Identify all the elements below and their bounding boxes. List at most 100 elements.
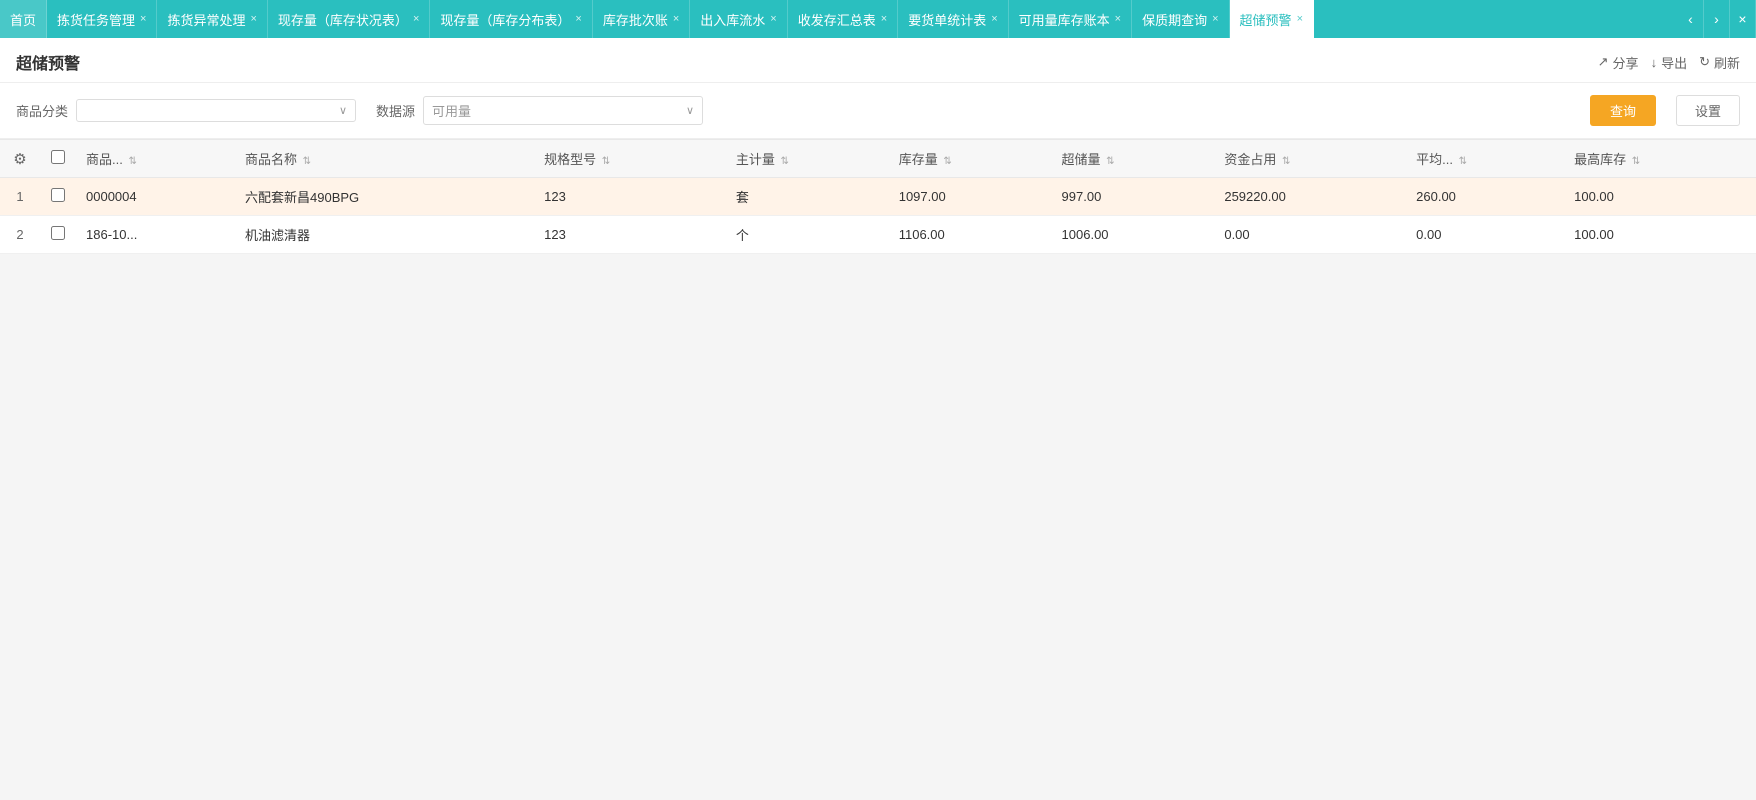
filter-bar: 商品分类 ∨ 数据源 可用量 ∨ 查询 设置 — [0, 83, 1756, 139]
nav-item-home[interactable]: 首页 — [0, 0, 47, 38]
row-unit-1: 套 — [726, 178, 889, 216]
col-unit-sort-icon: ⇅ — [781, 156, 789, 167]
col-unit[interactable]: 主计量 ⇅ — [726, 140, 889, 178]
row-checkbox-1[interactable] — [40, 178, 76, 216]
row-avg-1: 260.00 — [1406, 178, 1564, 216]
nav-item-recv-send[interactable]: 收发存汇总表× — [788, 0, 898, 38]
row-checkbox-2[interactable] — [40, 216, 76, 254]
nav-item-stock-status[interactable]: 现存量（库存状况表）× — [268, 0, 430, 38]
row-num-1: 1 — [0, 178, 40, 216]
col-overstock-label: 超储量 — [1062, 152, 1101, 167]
col-max-stock-label: 最高库存 — [1574, 152, 1626, 167]
close-tab-icon[interactable]: × — [881, 13, 887, 25]
row-product-name-1: 六配套新昌490BPG — [235, 178, 534, 216]
col-product-code-label: 商品... — [86, 152, 123, 167]
datasource-label: 数据源 — [376, 101, 415, 120]
share-button[interactable]: ↗ 分享 — [1598, 53, 1639, 72]
export-button[interactable]: ↓ 导出 — [1651, 53, 1688, 72]
close-tab-icon[interactable]: × — [673, 13, 679, 25]
category-chevron-icon: ∨ — [339, 104, 347, 117]
col-product-code[interactable]: 商品... ⇅ — [76, 140, 235, 178]
col-overstock-sort-icon: ⇅ — [1106, 156, 1114, 167]
data-table: ⚙ 商品... ⇅ 商品名称 ⇅ 规格型号 ⇅ — [0, 139, 1756, 254]
nav-item-batch[interactable]: 库存批次账× — [593, 0, 690, 38]
col-checkbox — [40, 140, 76, 178]
title-actions: ↗ 分享 ↓ 导出 ↻ 刷新 — [1598, 53, 1740, 72]
row-spec-1: 123 — [534, 178, 726, 216]
row-product-code-1: 0000004 — [76, 178, 235, 216]
export-icon: ↓ — [1651, 55, 1658, 70]
row-avg-2: 0.00 — [1406, 216, 1564, 254]
row-unit-2: 个 — [726, 216, 889, 254]
close-tab-icon[interactable]: × — [413, 13, 419, 25]
table-row: 2 186-10... 机油滤清器 123 个 1106.00 1006.00 … — [0, 216, 1756, 254]
col-avg[interactable]: 平均... ⇅ — [1406, 140, 1564, 178]
row-stock-2: 1106.00 — [889, 216, 1052, 254]
nav-prev-arrow[interactable]: ‹ — [1678, 0, 1704, 38]
close-tab-icon[interactable]: × — [575, 13, 581, 25]
close-tab-icon[interactable]: × — [770, 13, 776, 25]
table-row: 1 0000004 六配套新昌490BPG 123 套 1097.00 997.… — [0, 178, 1756, 216]
refresh-button[interactable]: ↻ 刷新 — [1699, 53, 1740, 72]
row-capital-2: 0.00 — [1214, 216, 1406, 254]
col-capital-label: 资金占用 — [1224, 152, 1276, 167]
nav-close-arrow[interactable]: × — [1730, 0, 1756, 38]
nav-item-task-mgmt[interactable]: 拣货任务管理× — [47, 0, 157, 38]
row-overstock-1: 997.00 — [1052, 178, 1215, 216]
col-spec-label: 规格型号 — [544, 152, 596, 167]
table-container: ⚙ 商品... ⇅ 商品名称 ⇅ 规格型号 ⇅ — [0, 139, 1756, 254]
datasource-select[interactable]: 可用量 ∨ — [423, 96, 703, 125]
nav-item-order-stat[interactable]: 要货单统计表× — [898, 0, 1008, 38]
select-all-checkbox[interactable] — [51, 150, 65, 164]
nav-item-stock-dist[interactable]: 现存量（库存分布表）× — [430, 0, 592, 38]
col-spec-sort-icon: ⇅ — [602, 156, 610, 167]
col-stock[interactable]: 库存量 ⇅ — [889, 140, 1052, 178]
col-unit-label: 主计量 — [736, 152, 775, 167]
col-max-stock-sort-icon: ⇅ — [1632, 156, 1640, 167]
col-gear: ⚙ — [0, 140, 40, 178]
row-max-stock-2: 100.00 — [1564, 216, 1756, 254]
col-product-name-label: 商品名称 — [245, 152, 297, 167]
col-product-name[interactable]: 商品名称 ⇅ — [235, 140, 534, 178]
col-spec[interactable]: 规格型号 ⇅ — [534, 140, 726, 178]
col-product-name-sort-icon: ⇅ — [303, 156, 311, 167]
datasource-select-value: 可用量 — [432, 101, 471, 120]
share-icon: ↗ — [1598, 54, 1609, 70]
datasource-filter: 数据源 可用量 ∨ — [376, 96, 703, 125]
col-max-stock[interactable]: 最高库存 ⇅ — [1564, 140, 1756, 178]
row-max-stock-1: 100.00 — [1564, 178, 1756, 216]
category-select[interactable]: ∨ — [76, 99, 356, 122]
close-tab-icon[interactable]: × — [1212, 13, 1218, 25]
col-capital-sort-icon: ⇅ — [1282, 156, 1290, 167]
row-num-2: 2 — [0, 216, 40, 254]
row-product-name-2: 机油滤清器 — [235, 216, 534, 254]
nav-item-abnormal[interactable]: 拣货异常处理× — [157, 0, 267, 38]
close-tab-icon[interactable]: × — [991, 13, 997, 25]
close-tab-icon[interactable]: × — [1115, 13, 1121, 25]
col-capital[interactable]: 资金占用 ⇅ — [1214, 140, 1406, 178]
nav-item-inout-flow[interactable]: 出入库流水× — [690, 0, 787, 38]
setting-button[interactable]: 设置 — [1676, 95, 1740, 126]
col-product-code-sort-icon: ⇅ — [128, 156, 136, 167]
top-nav: 首页拣货任务管理×拣货异常处理×现存量（库存状况表）×现存量（库存分布表）×库存… — [0, 0, 1756, 38]
col-avg-sort-icon: ⇅ — [1459, 156, 1467, 167]
row-spec-2: 123 — [534, 216, 726, 254]
refresh-icon: ↻ — [1699, 54, 1710, 70]
row-select-checkbox[interactable] — [51, 226, 65, 240]
nav-item-available-ledger[interactable]: 可用量库存账本× — [1009, 0, 1132, 38]
close-tab-icon[interactable]: × — [1297, 13, 1303, 25]
row-capital-1: 259220.00 — [1214, 178, 1406, 216]
table-header-row: ⚙ 商品... ⇅ 商品名称 ⇅ 规格型号 ⇅ — [0, 140, 1756, 178]
col-overstock[interactable]: 超储量 ⇅ — [1052, 140, 1215, 178]
nav-item-overstock-warning[interactable]: 超储预警× — [1230, 0, 1314, 38]
close-tab-icon[interactable]: × — [140, 13, 146, 25]
col-avg-label: 平均... — [1416, 152, 1453, 167]
nav-next-arrow[interactable]: › — [1704, 0, 1730, 38]
row-select-checkbox[interactable] — [51, 188, 65, 202]
nav-item-quality-period[interactable]: 保质期查询× — [1132, 0, 1229, 38]
category-label: 商品分类 — [16, 101, 68, 120]
query-button[interactable]: 查询 — [1590, 95, 1656, 126]
close-tab-icon[interactable]: × — [250, 13, 256, 25]
gear-icon[interactable]: ⚙ — [13, 151, 26, 168]
category-filter: 商品分类 ∨ — [16, 99, 356, 122]
